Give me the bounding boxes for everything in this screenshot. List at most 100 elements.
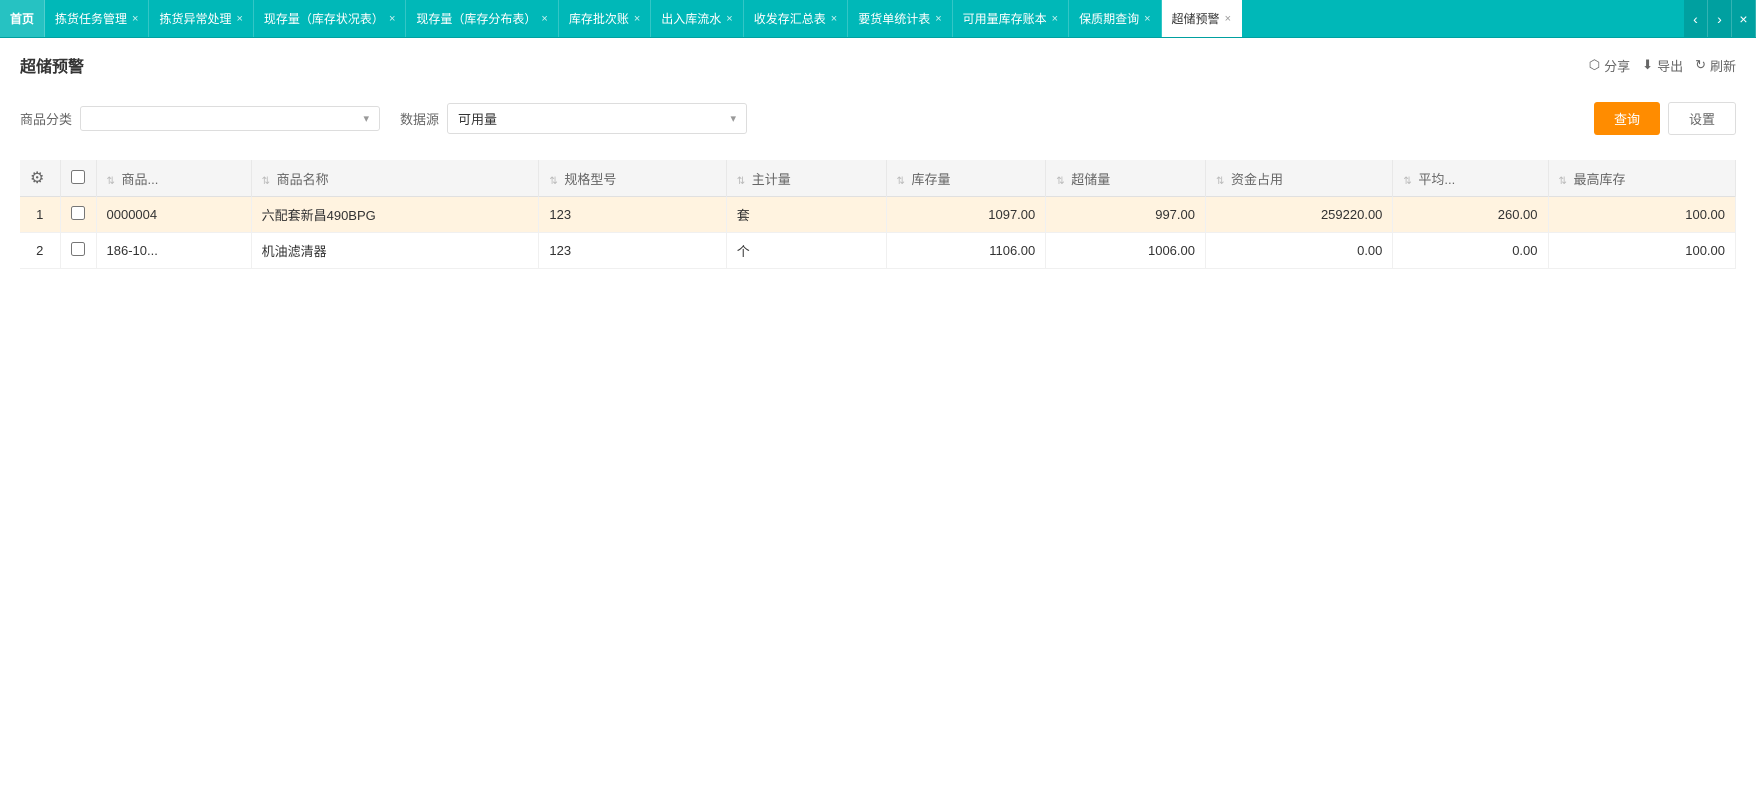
share-icon: ⬡: [1589, 57, 1600, 73]
refresh-label: 刷新: [1710, 56, 1736, 75]
sort-overflow-icon: ⇅: [1056, 176, 1064, 187]
settings-button[interactable]: 设置: [1668, 102, 1736, 135]
sort-unit-icon: ⇅: [737, 176, 745, 187]
tab-expiry[interactable]: 保质期查询 ×: [1069, 0, 1161, 38]
tab-inventory-dist[interactable]: 现存量（库存分布表） ×: [406, 0, 558, 38]
tab-inout-flow[interactable]: 出入库流水 ×: [651, 0, 743, 38]
datasource-filter-label: 数据源: [400, 109, 439, 128]
close-batch-account[interactable]: ×: [634, 13, 640, 25]
row-capital-1: 0.00: [1205, 233, 1392, 269]
category-filter-group: 商品分类 ▾: [20, 106, 380, 131]
datasource-filter-group: 数据源 可用量 ▾: [400, 103, 747, 134]
page-header: 超储预警 ⬡ 分享 ⬇ 导出 ↻ 刷新: [20, 53, 1736, 77]
col-settings[interactable]: ⚙: [20, 160, 60, 197]
sort-stock-icon: ⇅: [897, 176, 905, 187]
inventory-status-label: 现存量（库存状况表）: [264, 10, 384, 27]
tab-overstock[interactable]: 超储预警 ×: [1162, 0, 1242, 38]
close-inventory-dist[interactable]: ×: [541, 13, 547, 25]
expiry-label: 保质期查询: [1079, 10, 1139, 27]
close-receive-summary[interactable]: ×: [831, 13, 837, 25]
category-chevron-icon: ▾: [363, 112, 369, 125]
nav-prev-arrow[interactable]: ‹: [1684, 0, 1708, 38]
datasource-select[interactable]: 可用量 ▾: [447, 103, 747, 134]
row-spec-0: 123: [539, 197, 726, 233]
col-code-label: 商品...: [122, 172, 159, 187]
row-select-0[interactable]: [71, 206, 85, 220]
tab-pick-task[interactable]: 拣货任务管理 ×: [45, 0, 149, 38]
sort-spec-icon: ⇅: [549, 176, 557, 187]
row-stock-1: 1106.00: [886, 233, 1046, 269]
tab-inventory-status[interactable]: 现存量（库存状况表） ×: [254, 0, 406, 38]
row-num-0: 1: [20, 197, 60, 233]
tab-order-stats[interactable]: 要货单统计表 ×: [848, 0, 952, 38]
row-max-stock-1: 100.00: [1548, 233, 1735, 269]
close-available-ledger[interactable]: ×: [1052, 13, 1058, 25]
header-actions: ⬡ 分享 ⬇ 导出 ↻ 刷新: [1589, 56, 1736, 75]
page-title: 超储预警: [20, 53, 84, 77]
nav-next-arrow[interactable]: ›: [1708, 0, 1732, 38]
close-pick-exception[interactable]: ×: [236, 13, 242, 25]
nav-close-arrow[interactable]: ×: [1732, 0, 1756, 38]
category-filter-label: 商品分类: [20, 109, 72, 128]
row-overflow-1: 1006.00: [1046, 233, 1206, 269]
top-navigation: 首页 拣货任务管理 × 拣货异常处理 × 现存量（库存状况表） × 现存量（库存…: [0, 0, 1756, 38]
col-avg-label: 平均...: [1418, 172, 1455, 187]
row-num-1: 2: [20, 233, 60, 269]
col-avg[interactable]: ⇅ 平均...: [1393, 160, 1548, 197]
row-unit-1: 个: [726, 233, 886, 269]
tab-receive-summary[interactable]: 收发存汇总表 ×: [744, 0, 848, 38]
refresh-button[interactable]: ↻ 刷新: [1695, 56, 1736, 75]
row-checkbox-1[interactable]: [60, 233, 96, 269]
col-overflow-label: 超储量: [1071, 172, 1110, 187]
order-stats-label: 要货单统计表: [858, 10, 930, 27]
select-all-checkbox[interactable]: [71, 170, 85, 184]
row-checkbox-0[interactable]: [60, 197, 96, 233]
close-inout-flow[interactable]: ×: [726, 13, 732, 25]
col-capital-label: 资金占用: [1231, 172, 1283, 187]
col-name[interactable]: ⇅ 商品名称: [251, 160, 539, 197]
table-settings-icon[interactable]: ⚙: [30, 170, 44, 187]
tab-available-ledger[interactable]: 可用量库存账本 ×: [953, 0, 1069, 38]
row-capital-0: 259220.00: [1205, 197, 1392, 233]
datasource-select-value: 可用量: [458, 109, 497, 128]
col-spec-label: 规格型号: [564, 172, 616, 187]
col-code[interactable]: ⇅ 商品...: [96, 160, 251, 197]
available-ledger-label: 可用量库存账本: [963, 10, 1047, 27]
tab-pick-exception[interactable]: 拣货异常处理 ×: [149, 0, 253, 38]
data-table: ⚙ ⇅ 商品... ⇅ 商品名称 ⇅ 规格型号 ⇅: [20, 160, 1736, 269]
share-button[interactable]: ⬡ 分享: [1589, 56, 1630, 75]
sort-name-icon: ⇅: [262, 176, 270, 187]
col-capital[interactable]: ⇅ 资金占用: [1205, 160, 1392, 197]
col-unit[interactable]: ⇅ 主计量: [726, 160, 886, 197]
pick-exception-label: 拣货异常处理: [159, 10, 231, 27]
tab-home[interactable]: 首页: [0, 0, 45, 38]
row-overflow-0: 997.00: [1046, 197, 1206, 233]
tab-batch-account[interactable]: 库存批次账 ×: [559, 0, 651, 38]
col-overflow[interactable]: ⇅ 超储量: [1046, 160, 1206, 197]
col-checkbox[interactable]: [60, 160, 96, 197]
close-expiry[interactable]: ×: [1144, 13, 1150, 25]
sort-code-icon: ⇅: [107, 176, 115, 187]
row-select-1[interactable]: [71, 242, 85, 256]
close-inventory-status[interactable]: ×: [389, 13, 395, 25]
category-select[interactable]: ▾: [80, 106, 380, 131]
export-button[interactable]: ⬇ 导出: [1642, 56, 1683, 75]
sort-capital-icon: ⇅: [1216, 176, 1224, 187]
close-overstock[interactable]: ×: [1225, 13, 1231, 25]
receive-summary-label: 收发存汇总表: [754, 10, 826, 27]
col-stock[interactable]: ⇅ 库存量: [886, 160, 1046, 197]
close-pick-task[interactable]: ×: [132, 13, 138, 25]
share-label: 分享: [1604, 56, 1630, 75]
row-unit-0: 套: [726, 197, 886, 233]
row-max-stock-0: 100.00: [1548, 197, 1735, 233]
query-button[interactable]: 查询: [1594, 102, 1660, 135]
filter-row: 商品分类 ▾ 数据源 可用量 ▾ 查询 设置: [20, 92, 1736, 145]
col-spec[interactable]: ⇅ 规格型号: [539, 160, 726, 197]
pick-task-label: 拣货任务管理: [55, 10, 127, 27]
close-order-stats[interactable]: ×: [935, 13, 941, 25]
col-stock-label: 库存量: [912, 172, 951, 187]
col-max-stock[interactable]: ⇅ 最高库存: [1548, 160, 1735, 197]
table-row: 1 0000004 六配套新昌490BPG 123 套 1097.00 997.…: [20, 197, 1736, 233]
overstock-label: 超储预警: [1172, 10, 1220, 27]
row-name-1: 机油滤清器: [251, 233, 539, 269]
